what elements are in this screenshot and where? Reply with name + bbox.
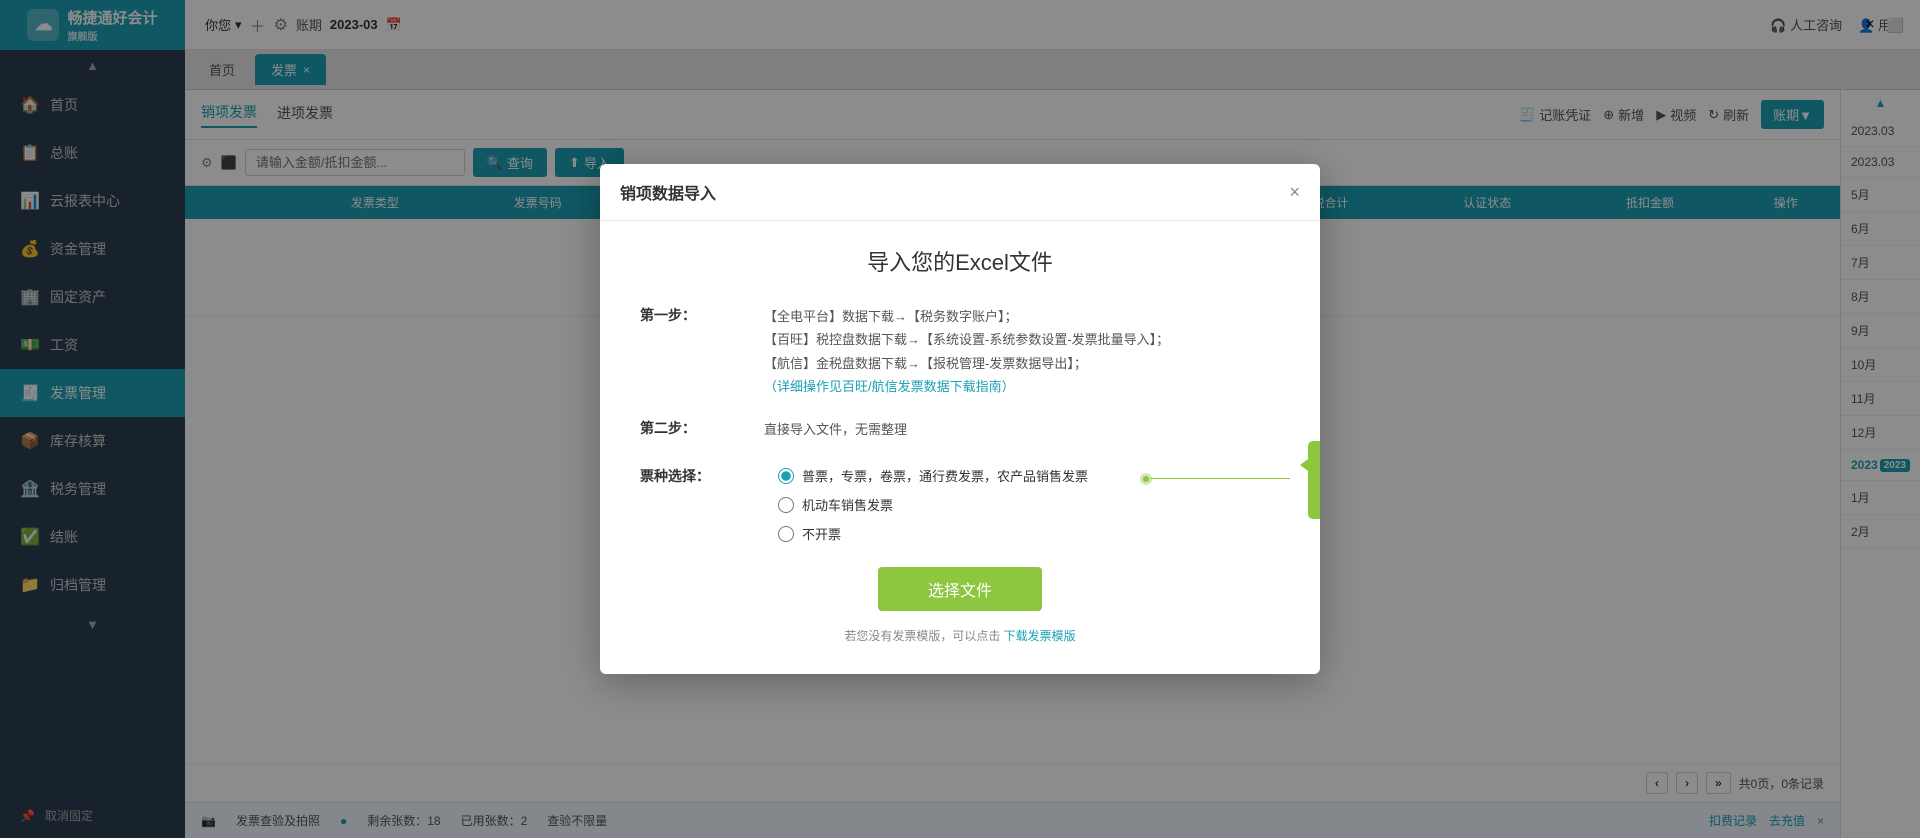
radio-no-invoice: 不开票 (778, 524, 1088, 543)
footer-text: 若您没有发票模版，可以点击 (844, 629, 1000, 643)
radio-general-label: 普票，专票，卷票，通行费发票，农产品销售发票 (802, 466, 1088, 485)
tooltip-line (1150, 478, 1290, 479)
modal-body: 导入您的Excel文件 第一步： 【全电平台】数据下载→【税务数字账户】； 【百… (600, 221, 1320, 675)
modal-footer: 若您没有发票模版，可以点击 下载发票模版 (640, 627, 1280, 644)
step2-label: 第二步： (640, 418, 696, 438)
radio-vehicle-input[interactable] (778, 497, 794, 513)
radio-vehicle-label: 机动车销售发票 (802, 495, 893, 514)
step1-link: （详细操作见百旺/航信发票数据下载指南） (764, 375, 1169, 398)
ticket-select-label: 票种选择： (640, 466, 710, 486)
select-file-button[interactable]: 选择文件 (878, 567, 1042, 611)
tooltip-bubble: × 现在支持的票种多了，导入发票时别忘了选择正确的发票类型呀！ (1308, 441, 1320, 519)
step1-line3: 【航信】金税盘数据下载→【报税管理-发票数据导出】； (764, 352, 1169, 375)
modal-close-btn[interactable]: × (1289, 183, 1300, 201)
step2-section: 第二步： 直接导入文件，无需整理 (640, 418, 1280, 446)
step1-label: 第一步： (640, 305, 696, 325)
guide-link[interactable]: 百旺/航信发票数据下载指南 (842, 379, 1002, 394)
tooltip-dot (1140, 473, 1152, 485)
step2-text: 直接导入文件，无需整理 (764, 418, 907, 441)
download-template-link[interactable]: 下载发票模版 (1004, 629, 1076, 643)
step1-line1: 【全电平台】数据下载→【税务数字账户】； (764, 305, 1169, 328)
radio-group: 普票，专票，卷票，通行费发票，农产品销售发票 × 现在支持的票种多了，导入发票时… (778, 466, 1088, 543)
modal-main-title: 导入您的Excel文件 (640, 245, 1280, 277)
modal-title: 销项数据导入 (620, 180, 716, 204)
ticket-select-section: 票种选择： 普票，专票，卷票，通行费发票，农产品销售发票 × (640, 466, 1280, 543)
radio-general: 普票，专票，卷票，通行费发票，农产品销售发票 × 现在支持的票种多了，导入发票时… (778, 466, 1088, 485)
radio-general-input[interactable] (778, 468, 794, 484)
modal-header: 销项数据导入 × (600, 164, 1320, 221)
radio-no-invoice-label: 不开票 (802, 524, 841, 543)
radio-vehicle: 机动车销售发票 (778, 495, 1088, 514)
step1-content: 【全电平台】数据下载→【税务数字账户】； 【百旺】税控盘数据下载→【系统设置-系… (764, 305, 1169, 399)
step1-line2: 【百旺】税控盘数据下载→【系统设置-系统参数设置-发票批量导入】； (764, 328, 1169, 351)
modal-dialog: 销项数据导入 × 导入您的Excel文件 第一步： 【全电平台】数据下载→【税务… (600, 164, 1320, 675)
step1-section: 第一步： 【全电平台】数据下载→【税务数字账户】； 【百旺】税控盘数据下载→【系… (640, 305, 1280, 399)
modal-overlay: 销项数据导入 × 导入您的Excel文件 第一步： 【全电平台】数据下载→【税务… (0, 0, 1920, 838)
radio-no-invoice-input[interactable] (778, 526, 794, 542)
